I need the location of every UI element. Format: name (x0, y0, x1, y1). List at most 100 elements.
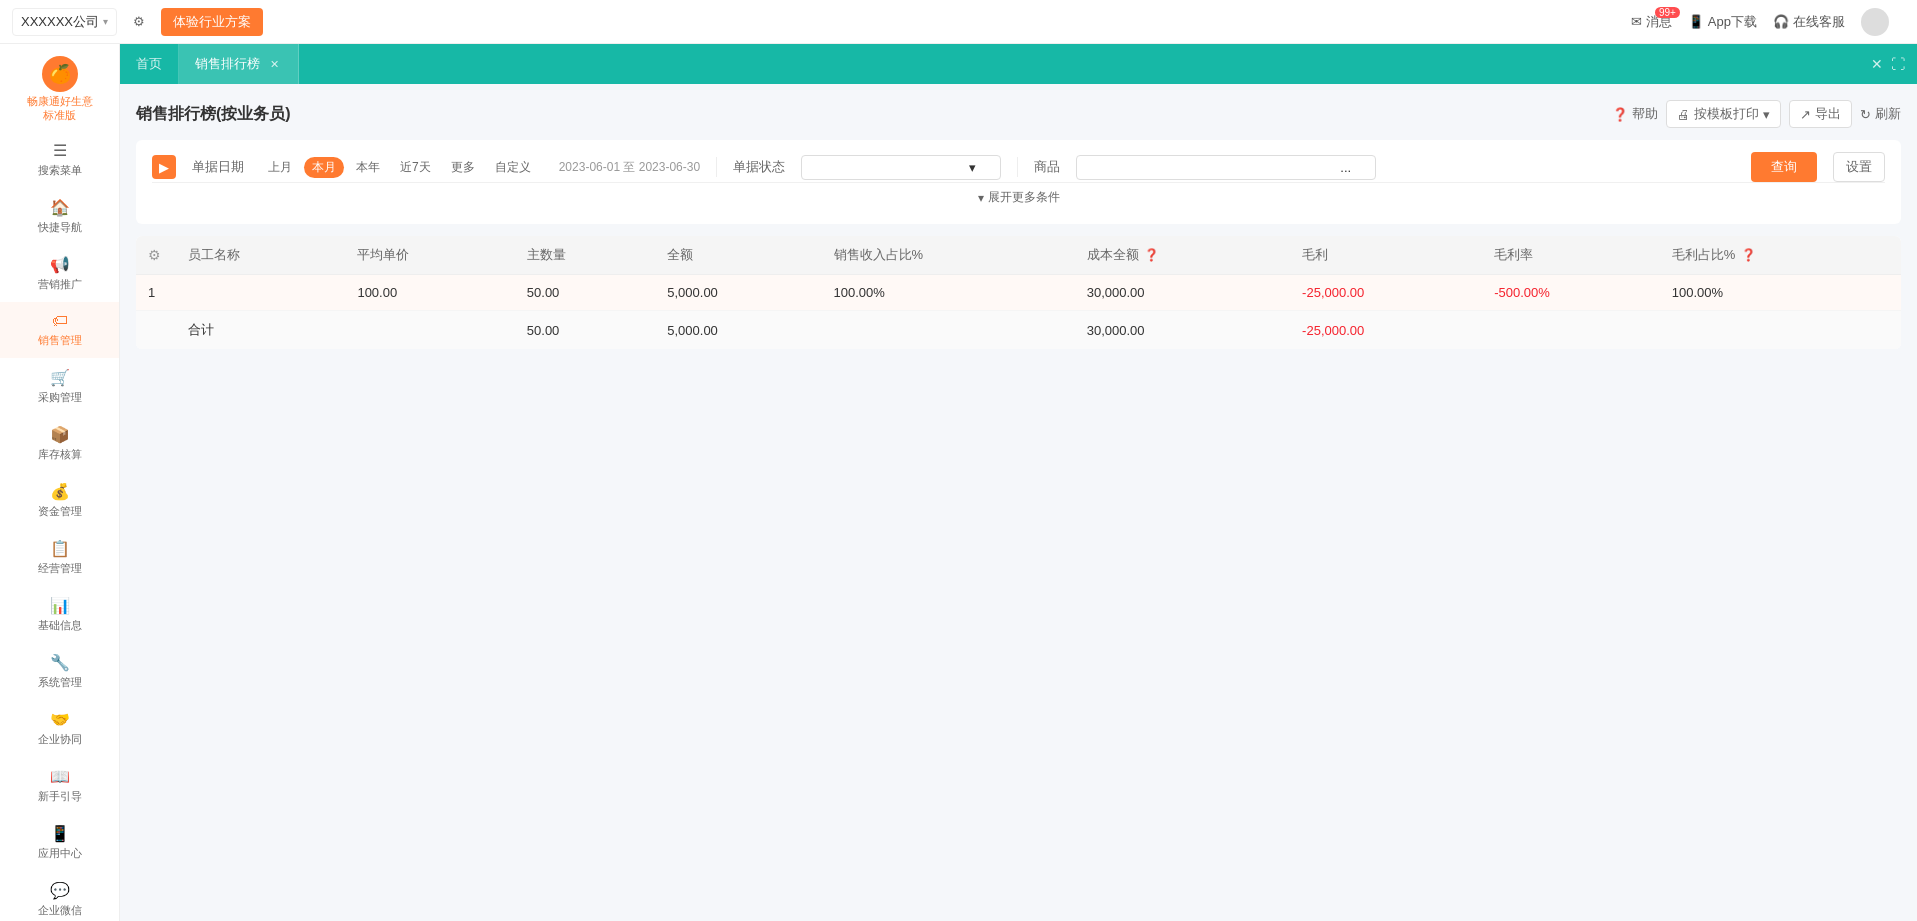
sidebar-item-label: 应用中心 (38, 846, 82, 861)
sidebar-item-guide[interactable]: 📖 新手引导 (0, 757, 119, 814)
refresh-button[interactable]: ↻ 刷新 (1860, 105, 1901, 123)
sidebar-item-system[interactable]: 🔧 系统管理 (0, 643, 119, 700)
filter-separator-2 (1017, 157, 1018, 177)
close-window-icon[interactable]: ✕ (1871, 56, 1883, 72)
table-footer-row: 合计 50.00 5,000.00 30,000.00 -25,000.00 (136, 311, 1901, 350)
date-tab-custom[interactable]: 自定义 (487, 157, 539, 178)
cell-gross-profit: -25,000.00 (1290, 275, 1482, 311)
sidebar-item-basic-info[interactable]: 📊 基础信息 (0, 586, 119, 643)
cell-gross-ratio: 100.00% (1660, 275, 1901, 311)
gross-ratio-help-icon[interactable]: ❓ (1741, 248, 1756, 262)
col-settings[interactable]: ⚙ (136, 236, 176, 275)
online-service-button[interactable]: 🎧 在线客服 (1773, 13, 1845, 31)
status-select[interactable]: ▾ (801, 155, 1001, 180)
filter-toggle-button[interactable]: ▶ (152, 155, 176, 179)
sidebar-item-label: 营销推广 (38, 277, 82, 292)
date-label: 单据日期 (192, 158, 244, 176)
sales-rank-table: ⚙ 员工名称 平均单价 主数量 全额 销售收入占比% 成本全额 (136, 236, 1901, 349)
company-selector[interactable]: XXXXXX公司 ▾ (12, 8, 117, 36)
tab-close-icon[interactable]: ✕ (266, 56, 282, 72)
basic-info-icon: 📊 (50, 596, 70, 615)
chevron-down-icon: ▾ (103, 16, 108, 27)
cell-cost-amount: 30,000.00 (1075, 275, 1290, 311)
app-download-button[interactable]: 📱 App下载 (1688, 13, 1757, 31)
tab-home-label: 首页 (136, 55, 162, 73)
footer-gross-ratio-empty (1660, 311, 1901, 350)
help-button[interactable]: ❓ 帮助 (1612, 105, 1658, 123)
export-icon: ↗ (1800, 107, 1811, 122)
sidebar-item-wechat[interactable]: 💬 企业微信 (0, 871, 119, 921)
filter-separator (716, 157, 717, 177)
cell-amount: 5,000.00 (655, 275, 821, 311)
tab-bar: 首页 销售排行榜 ✕ ✕ ⛶ (120, 44, 1917, 84)
sidebar-item-label: 销售管理 (38, 333, 82, 348)
col-avg-price: 平均单价 (345, 236, 514, 275)
footer-gross-profit: -25,000.00 (1290, 311, 1482, 350)
operations-icon: 📋 (50, 539, 70, 558)
refresh-icon: ↻ (1860, 107, 1871, 122)
date-tab-last-month[interactable]: 上月 (260, 157, 300, 178)
marketing-icon: 📢 (50, 255, 70, 274)
sidebar-item-label: 企业微信 (38, 903, 82, 918)
sidebar-item-sales[interactable]: 🏷 销售管理 (0, 302, 119, 358)
avatar[interactable] (1861, 8, 1889, 36)
app-center-icon: 📱 (50, 824, 70, 843)
print-template-button[interactable]: 🖨 按模板打印 ▾ (1666, 100, 1781, 128)
date-tab-7days[interactable]: 近7天 (392, 157, 439, 178)
sidebar-item-quick-nav[interactable]: 🏠 快捷导航 (0, 188, 119, 245)
goods-select[interactable]: ... (1076, 155, 1376, 180)
print-icon: 🖨 (1677, 107, 1690, 122)
sidebar-item-label: 新手引导 (38, 789, 82, 804)
expand-conditions-button[interactable]: ▾ 展开更多条件 (978, 189, 1060, 206)
col-cost-amount: 成本全额 ❓ (1075, 236, 1290, 275)
sidebar-item-app-center[interactable]: 📱 应用中心 (0, 814, 119, 871)
help-icon: ❓ (1612, 107, 1628, 122)
headset-icon: 🎧 (1773, 14, 1789, 29)
settings-icon-btn[interactable]: ⚙ (125, 8, 153, 36)
sidebar-item-label: 基础信息 (38, 618, 82, 633)
filter-settings-button[interactable]: 设置 (1833, 152, 1885, 182)
expand-icon: ▾ (978, 191, 984, 205)
sidebar-item-operations[interactable]: 📋 经营管理 (0, 529, 119, 586)
purchase-icon: 🛒 (50, 368, 70, 387)
sidebar-item-purchase[interactable]: 🛒 采购管理 (0, 358, 119, 415)
footer-amount: 5,000.00 (655, 311, 821, 350)
sidebar-item-label: 企业协同 (38, 732, 82, 747)
footer-label: 合计 (176, 311, 345, 350)
goods-label: 商品 (1034, 158, 1060, 176)
sidebar-item-search[interactable]: ☰ 搜索菜单 (0, 131, 119, 188)
message-button[interactable]: ✉ 消息 99+ (1631, 13, 1672, 31)
col-settings-icon[interactable]: ⚙ (148, 247, 161, 263)
sidebar-item-finance[interactable]: 💰 资金管理 (0, 472, 119, 529)
sidebar-item-inventory[interactable]: 📦 库存核算 (0, 415, 119, 472)
logo-icon: 🍊 (42, 56, 78, 92)
maximize-icon[interactable]: ⛶ (1891, 56, 1905, 72)
footer-sales-ratio-empty (822, 311, 1075, 350)
date-range-display: 2023-06-01 至 2023-06-30 (559, 159, 700, 176)
col-gross-rate: 毛利率 (1482, 236, 1660, 275)
date-tab-this-month[interactable]: 本月 (304, 157, 344, 178)
enterprise-icon: 🤝 (50, 710, 70, 729)
col-amount: 全额 (655, 236, 821, 275)
date-tab-this-year[interactable]: 本年 (348, 157, 388, 178)
tab-home[interactable]: 首页 (120, 44, 179, 84)
table-container: ⚙ 员工名称 平均单价 主数量 全额 销售收入占比% 成本全额 (136, 236, 1901, 349)
sidebar-item-label: 库存核算 (38, 447, 82, 462)
sidebar-item-enterprise[interactable]: 🤝 企业协同 (0, 700, 119, 757)
tab-sales-rank[interactable]: 销售排行榜 ✕ (179, 44, 299, 84)
app-icon: 📱 (1688, 14, 1704, 29)
page-title: 销售排行榜(按业务员) (136, 104, 291, 125)
date-tab-more[interactable]: 更多 (443, 157, 483, 178)
cost-help-icon[interactable]: ❓ (1144, 248, 1159, 262)
sidebar-item-label: 资金管理 (38, 504, 82, 519)
sidebar-logo: 🍊 畅康通好生意 标准版 (0, 44, 119, 131)
trial-button[interactable]: 体验行业方案 (161, 8, 263, 36)
cell-sales-ratio: 100.00% (822, 275, 1075, 311)
export-button[interactable]: ↗ 导出 (1789, 100, 1852, 128)
message-badge: 99+ (1655, 7, 1680, 18)
sidebar-item-marketing[interactable]: 📢 营销推广 (0, 245, 119, 302)
page-actions: ❓ 帮助 🖨 按模板打印 ▾ ↗ 导出 (1612, 100, 1901, 128)
print-chevron-icon: ▾ (1763, 107, 1770, 122)
system-icon: 🔧 (50, 653, 70, 672)
query-button[interactable]: 查询 (1751, 152, 1817, 182)
